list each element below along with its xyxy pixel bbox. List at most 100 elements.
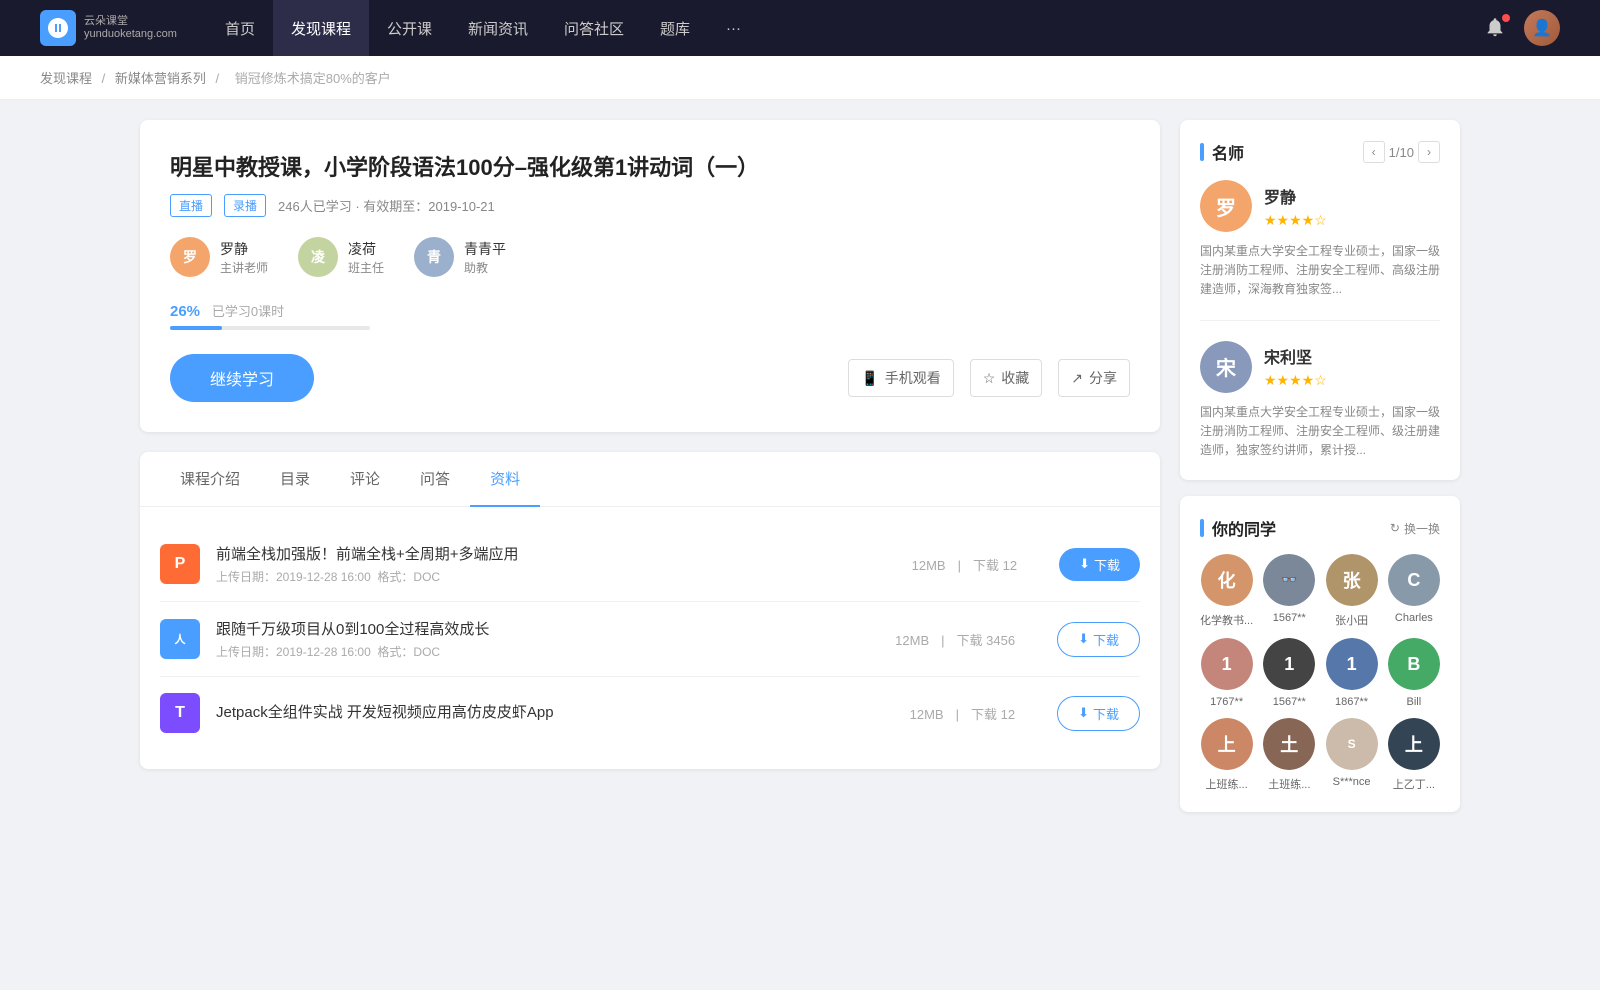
file-stats-2: 12MB|下载 3456 xyxy=(889,630,1021,649)
classmate-name-10: 土班练... xyxy=(1263,776,1315,792)
classmate-name-6: 1567** xyxy=(1263,696,1315,708)
tab-material[interactable]: 资料 xyxy=(470,452,540,507)
classmate-avatar-11: S xyxy=(1326,718,1378,770)
teachers-header: 名师 ‹ 1/10 › xyxy=(1200,140,1440,164)
progress-percent: 26% xyxy=(170,303,200,320)
collect-label: 收藏 xyxy=(1001,368,1029,388)
nav-item-home[interactable]: 首页 xyxy=(207,0,273,56)
teacher-name-qingqingping: 青青平 xyxy=(464,239,506,259)
teacher-card-desc-1: 国内某重点大学安全工程专业硕士，国家一级注册消防工程师、注册安全工程师、高级注册… xyxy=(1200,242,1440,300)
nav-item-news[interactable]: 新闻资讯 xyxy=(450,0,546,56)
nav-item-open[interactable]: 公开课 xyxy=(369,0,450,56)
tab-comment[interactable]: 评论 xyxy=(330,452,400,507)
nav-item-exam[interactable]: 题库 xyxy=(642,0,708,56)
teachers-row: 罗 罗静 主讲老师 凌 凌荷 班主任 青 青青平 xyxy=(170,237,1130,277)
classmate-avatar-5: 1 xyxy=(1201,638,1253,690)
tabs-content: P 前端全栈加强版！前端全栈+全周期+多端应用 上传日期：2019-12-28 … xyxy=(140,507,1160,769)
classmate-6[interactable]: 1 1567** xyxy=(1263,638,1315,708)
badge-live: 直播 xyxy=(170,194,212,217)
classmate-9[interactable]: 上 上班练... xyxy=(1200,718,1253,792)
file-icon-3: T xyxy=(160,693,200,733)
tabs-card: 课程介绍 目录 评论 问答 资料 P 前端全栈加强版！前端全栈+全周期+多端应用… xyxy=(140,452,1160,769)
teacher-luojing: 罗 罗静 主讲老师 xyxy=(170,237,268,277)
download-button-1[interactable]: ⬇ 下载 xyxy=(1059,548,1140,581)
teachers-sidebar-card: 名师 ‹ 1/10 › 罗 罗静 ★★★★☆ xyxy=(1180,120,1460,480)
main-content: 明星中教授课，小学阶段语法100分–强化级第1讲动词（一） 直播 录播 246人… xyxy=(140,120,1160,828)
collect-button[interactable]: ☆ 收藏 xyxy=(970,359,1043,397)
navbar: 云朵课堂 yunduoketang.com 首页 发现课程 公开课 新闻资讯 问… xyxy=(0,0,1600,56)
file-item-2: 人 跟随千万级项目从0到100全过程高效成长 上传日期：2019-12-28 1… xyxy=(160,602,1140,677)
user-avatar[interactable]: 👤 xyxy=(1524,10,1560,46)
sidebar-title-bar xyxy=(1200,143,1204,161)
classmates-title-bar xyxy=(1200,519,1204,537)
tab-intro[interactable]: 课程介绍 xyxy=(160,452,260,507)
share-button[interactable]: ↗ 分享 xyxy=(1058,359,1130,397)
classmate-avatar-7: 1 xyxy=(1326,638,1378,690)
tabs-header: 课程介绍 目录 评论 问答 资料 xyxy=(140,452,1160,507)
download-button-2[interactable]: ⬇ 下载 xyxy=(1057,622,1140,657)
page-next-button[interactable]: › xyxy=(1418,141,1440,163)
classmate-avatar-1: 化 xyxy=(1201,554,1253,606)
teacher-card-avatar-1: 罗 xyxy=(1200,180,1252,232)
teacher-stars-1: ★★★★☆ xyxy=(1264,212,1327,229)
teacher-card-desc-2: 国内某重点大学安全工程专业硕士，国家一级注册消防工程师、注册安全工程师、级注册建… xyxy=(1200,403,1440,461)
sidebar: 名师 ‹ 1/10 › 罗 罗静 ★★★★☆ xyxy=(1180,120,1460,828)
badge-record: 录播 xyxy=(224,194,266,217)
classmate-8[interactable]: B Bill xyxy=(1388,638,1440,708)
classmate-5[interactable]: 1 1767** xyxy=(1200,638,1253,708)
classmate-11[interactable]: S S***nce xyxy=(1325,718,1377,792)
classmate-avatar-3: 张 xyxy=(1326,554,1378,606)
share-label: 分享 xyxy=(1089,368,1117,388)
file-item-1: P 前端全栈加强版！前端全栈+全周期+多端应用 上传日期：2019-12-28 … xyxy=(160,527,1140,602)
classmate-avatar-9: 上 xyxy=(1201,718,1253,770)
download-button-3[interactable]: ⬇ 下载 xyxy=(1057,696,1140,731)
classmate-3[interactable]: 张 张小田 xyxy=(1325,554,1377,628)
tab-qa[interactable]: 问答 xyxy=(400,452,470,507)
teacher-linghe: 凌 凌荷 班主任 xyxy=(298,237,384,277)
logo[interactable]: 云朵课堂 yunduoketang.com xyxy=(40,10,177,46)
continue-learning-button[interactable]: 继续学习 xyxy=(170,354,314,402)
tab-catalog[interactable]: 目录 xyxy=(260,452,330,507)
teacher-card-name-2: 宋利坚 xyxy=(1264,344,1327,368)
download-icon-1: ⬇ xyxy=(1079,556,1090,572)
file-name-3: Jetpack全组件实战 开发短视频应用高仿皮皮虾App xyxy=(216,701,888,722)
nav-item-more[interactable]: ··· xyxy=(708,0,759,56)
main-container: 明星中教授课，小学阶段语法100分–强化级第1讲动词（一） 直播 录播 246人… xyxy=(100,100,1500,848)
file-name-2: 跟随千万级项目从0到100全过程高效成长 xyxy=(216,618,873,639)
classmate-name-3: 张小田 xyxy=(1325,612,1377,628)
file-info-2: 跟随千万级项目从0到100全过程高效成长 上传日期：2019-12-28 16:… xyxy=(216,618,873,660)
file-meta-1: 上传日期：2019-12-28 16:00 格式：DOC xyxy=(216,568,890,585)
teacher-card-avatar-2: 宋 xyxy=(1200,341,1252,393)
classmates-sidebar-card: 你的同学 ↻ 换一换 化 化学教书... 👓 1567** 张 xyxy=(1180,496,1460,812)
file-icon-2: 人 xyxy=(160,619,200,659)
refresh-icon: ↻ xyxy=(1390,521,1400,535)
classmate-avatar-8: B xyxy=(1388,638,1440,690)
progress-sub: 已学习0课时 xyxy=(212,304,284,319)
classmate-1[interactable]: 化 化学教书... xyxy=(1200,554,1253,628)
page-prev-button[interactable]: ‹ xyxy=(1363,141,1385,163)
classmate-name-8: Bill xyxy=(1388,696,1440,708)
breadcrumb-discover[interactable]: 发现课程 xyxy=(40,71,92,86)
download-icon-3: ⬇ xyxy=(1078,705,1089,721)
classmate-4[interactable]: C Charles xyxy=(1388,554,1440,628)
nav-item-qa[interactable]: 问答社区 xyxy=(546,0,642,56)
breadcrumb-series[interactable]: 新媒体营销系列 xyxy=(115,71,206,86)
classmates-header: 你的同学 ↻ 换一换 xyxy=(1200,516,1440,540)
classmate-2[interactable]: 👓 1567** xyxy=(1263,554,1315,628)
classmate-name-7: 1867** xyxy=(1325,696,1377,708)
phone-watch-button[interactable]: 📱 手机观看 xyxy=(848,359,953,397)
progress-bar-bg xyxy=(170,326,370,330)
classmate-12[interactable]: 上 上乙丁... xyxy=(1388,718,1440,792)
sidebar-teacher-2: 宋 宋利坚 ★★★★☆ 国内某重点大学安全工程专业硕士，国家一级注册消防工程师、… xyxy=(1200,341,1440,461)
classmate-name-11: S***nce xyxy=(1325,776,1377,788)
refresh-button[interactable]: ↻ 换一换 xyxy=(1390,520,1440,537)
file-stats-3: 12MB|下载 12 xyxy=(904,704,1021,723)
nav-item-discover[interactable]: 发现课程 xyxy=(273,0,369,56)
progress-bar-fill xyxy=(170,326,222,330)
teacher-role-luojing: 主讲老师 xyxy=(220,259,268,276)
bell-icon[interactable] xyxy=(1484,16,1508,40)
classmate-7[interactable]: 1 1867** xyxy=(1325,638,1377,708)
classmate-10[interactable]: 土 土班练... xyxy=(1263,718,1315,792)
share-icon: ↗ xyxy=(1071,370,1083,387)
classmate-name-9: 上班练... xyxy=(1200,776,1253,792)
